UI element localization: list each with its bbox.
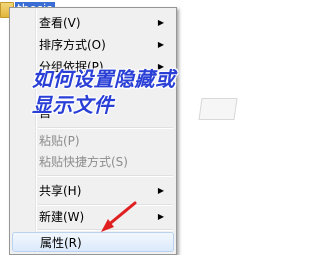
arrow-shaft [105, 201, 137, 228]
pointer-arrow-icon [101, 201, 137, 232]
